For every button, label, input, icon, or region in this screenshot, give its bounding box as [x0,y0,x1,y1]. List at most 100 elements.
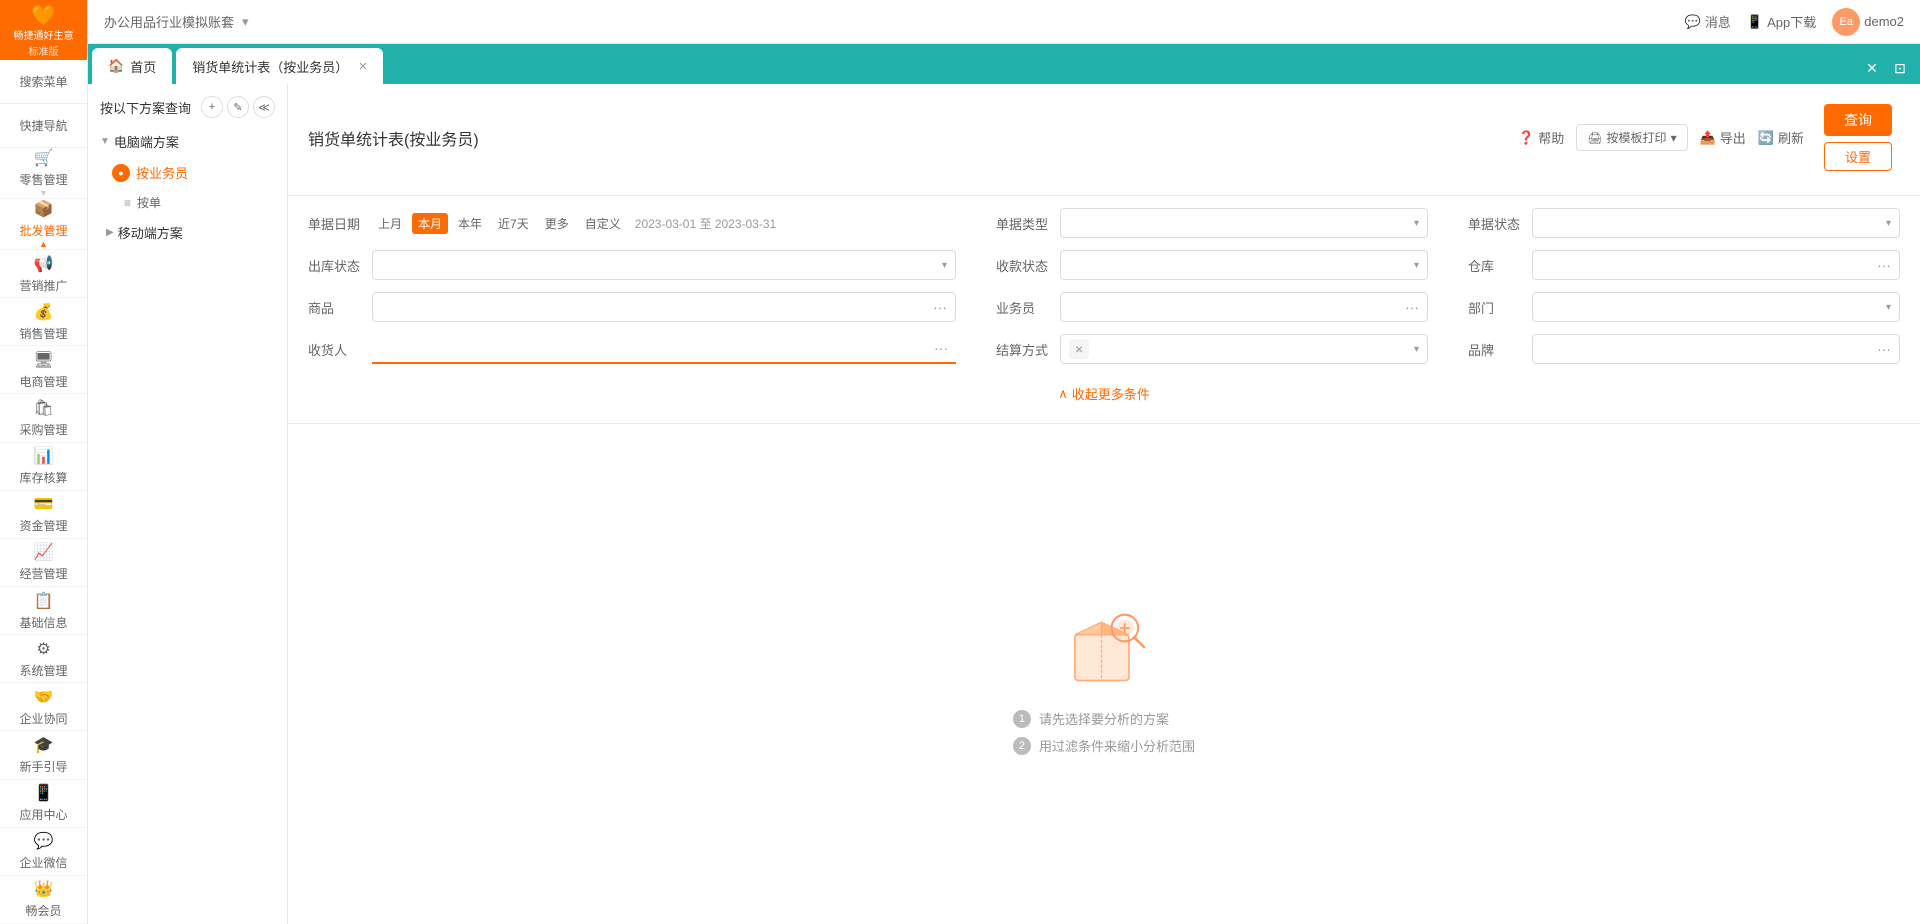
goods-select[interactable]: ··· [372,292,956,322]
print-btn[interactable]: 🖨 按模板打印 ▾ [1576,124,1687,151]
tab-close-btn[interactable]: ✕ [1860,56,1884,80]
date-tab-current-month[interactable]: 本月 [412,213,448,234]
sidebar-item-system[interactable]: ⚙ 系统管理 [0,635,88,683]
edit-icon: ✎ [233,101,242,114]
tip-text-1: 请先选择要分析的方案 [1039,709,1169,728]
department-label: 部门 [1468,298,1524,317]
date-tab-more[interactable]: 更多 [539,213,575,234]
out-status-arrow: ▾ [942,260,947,271]
marketing-label: 营销推广 [19,277,67,294]
tip-text-2: 用过滤条件来缩小分析范围 [1039,736,1195,755]
settlement-tag-close-btn[interactable]: × [1075,341,1083,357]
salesperson-select[interactable]: ··· [1060,292,1428,322]
newbie-label: 新手引导 [19,758,67,775]
scheme-sub-icon: ≡ [124,196,131,210]
basic-label: 基础信息 [19,614,67,631]
settlement-arrow: ▾ [1414,344,1419,355]
settlement-select[interactable]: × ▾ [1060,334,1428,364]
date-label: 单据日期 [308,214,364,233]
basic-icon: 📋 [34,591,54,611]
add-scheme-btn[interactable]: + [201,96,223,118]
filter-area: 单据日期 上月 本月 本年 近7天 更多 自定义 2023-03-01 至 20… [288,196,1920,424]
tip-num-1: 1 [1013,710,1031,728]
retail-icon: 🛒 [34,148,54,168]
filter-row-4: 收货人 ··· 结算方式 × ▾ [308,334,1900,364]
tab-home[interactable]: 🏠 首页 [92,48,172,84]
quick-nav-label: 快捷导航 [19,117,67,134]
date-tab-custom[interactable]: 自定义 [579,213,627,234]
app-download-btn[interactable]: 📱 App下载 [1747,12,1816,31]
edit-scheme-btn[interactable]: ✎ [227,96,249,118]
sidebar-item-basic[interactable]: 📋 基础信息 [0,587,88,635]
date-tab-current-year[interactable]: 本年 [452,213,488,234]
sidebar-item-finance[interactable]: 💳 资金管理 [0,491,88,539]
member-label: 畅会员 [25,902,61,919]
sidebar-item-operations[interactable]: 📈 经营管理 [0,539,88,587]
search-menu[interactable]: 搜索菜单 [0,60,88,104]
tab-report-label: 销货单统计表（按业务员） [192,57,348,76]
doc-type-select[interactable]: ▾ [1060,208,1428,238]
empty-tip-1: 1 请先选择要分析的方案 [1013,709,1195,728]
setting-button[interactable]: 设置 [1824,142,1892,171]
breadcrumb-dropdown-icon[interactable]: ▾ [242,14,249,30]
tab-close-icon[interactable]: ✕ [358,60,367,73]
page-title: 销货单统计表(按业务员) [308,126,479,150]
collapse-panel-btn[interactable]: ≪ [253,96,275,118]
sidebar-item-corp[interactable]: 🤝 企业协同 [0,683,88,731]
wechat-label: 企业微信 [19,854,67,871]
empty-tip-2: 2 用过滤条件来缩小分析范围 [1013,736,1195,755]
date-tab-last-month[interactable]: 上月 [372,213,408,234]
collapse-filter-btn[interactable]: ∧ 收起更多条件 [308,376,1900,411]
warehouse-select[interactable]: ··· [1532,250,1900,280]
purchase-label: 采购管理 [19,421,67,438]
collapse-icon: ∧ [1058,386,1068,402]
tab-report[interactable]: 销货单统计表（按业务员） ✕ [176,48,383,84]
payment-status-arrow: ▾ [1414,260,1419,271]
topbar-right: 💬 消息 📱 App下载 Ea demo2 [1685,8,1904,36]
scheme-sub-item-by-order[interactable]: ≡ 按单 [88,188,287,217]
date-tab-7days[interactable]: 近7天 [492,213,535,234]
sidebar-item-wholesale[interactable]: 📦 批发管理 ▲ [0,199,88,250]
message-btn[interactable]: 💬 消息 [1685,12,1731,31]
sidebar-item-wechat[interactable]: 💬 企业微信 [0,828,88,876]
sidebar-item-retail[interactable]: 🛒 零售管理 ▼ [0,148,88,199]
export-btn[interactable]: 📤 导出 [1700,128,1746,147]
query-button[interactable]: 查询 [1824,104,1892,136]
receiver-input[interactable]: ··· [372,334,956,364]
sidebar-item-sales[interactable]: 💰 销售管理 [0,298,88,346]
scheme-group-pc-title[interactable]: ▼ 电脑端方案 [88,126,287,157]
collapse-panel-icon: ≪ [258,101,270,114]
sidebar-item-purchase[interactable]: 🛍 采购管理 [0,394,88,442]
sidebar-item-inventory[interactable]: 📊 库存核算 [0,443,88,491]
quick-nav[interactable]: 快捷导航 [0,104,88,148]
sidebar-item-apps[interactable]: 📱 应用中心 [0,780,88,828]
warehouse-label: 仓库 [1468,256,1524,275]
sidebar-item-member[interactable]: 👑 畅会员 [0,876,88,924]
payment-status-select[interactable]: ▾ [1060,250,1428,280]
print-label: 按模板打印 [1607,129,1667,146]
sidebar-item-marketing[interactable]: 📢 营销推广 [0,250,88,298]
doc-status-select[interactable]: ▾ [1532,208,1900,238]
sidebar-item-ecommerce[interactable]: 🖥 电商管理 [0,346,88,394]
filter-brand: 品牌 ··· [1468,334,1900,364]
refresh-icon: 🔄 [1758,130,1774,146]
help-label: 帮助 [1538,128,1564,147]
brand-select[interactable]: ··· [1532,334,1900,364]
scheme-group-mobile-title[interactable]: ▶ 移动端方案 [88,217,287,248]
add-icon: + [209,101,215,113]
sidebar-item-newbie[interactable]: 🎓 新手引导 [0,731,88,779]
department-select[interactable]: ▾ [1532,292,1900,322]
scheme-group-pc: ▼ 电脑端方案 ● 按业务员 ≡ 按单 [88,126,287,217]
app-download-label: App下载 [1767,12,1816,31]
collapse-label: 收起更多条件 [1072,384,1150,403]
tab-restore-btn[interactable]: ⊡ [1888,56,1912,80]
scheme-item-by-salesperson[interactable]: ● 按业务员 [88,157,287,188]
refresh-btn[interactable]: 🔄 刷新 [1758,128,1804,147]
out-status-select[interactable]: ▾ [372,250,956,280]
app-download-icon: 📱 [1747,14,1763,30]
user-menu[interactable]: Ea demo2 [1832,8,1904,36]
empty-illustration [1054,593,1154,693]
ecommerce-icon: 🖥 [33,350,53,370]
help-btn[interactable]: ❓ 帮助 [1518,128,1564,147]
date-range: 2023-03-01 至 2023-03-31 [635,215,776,232]
